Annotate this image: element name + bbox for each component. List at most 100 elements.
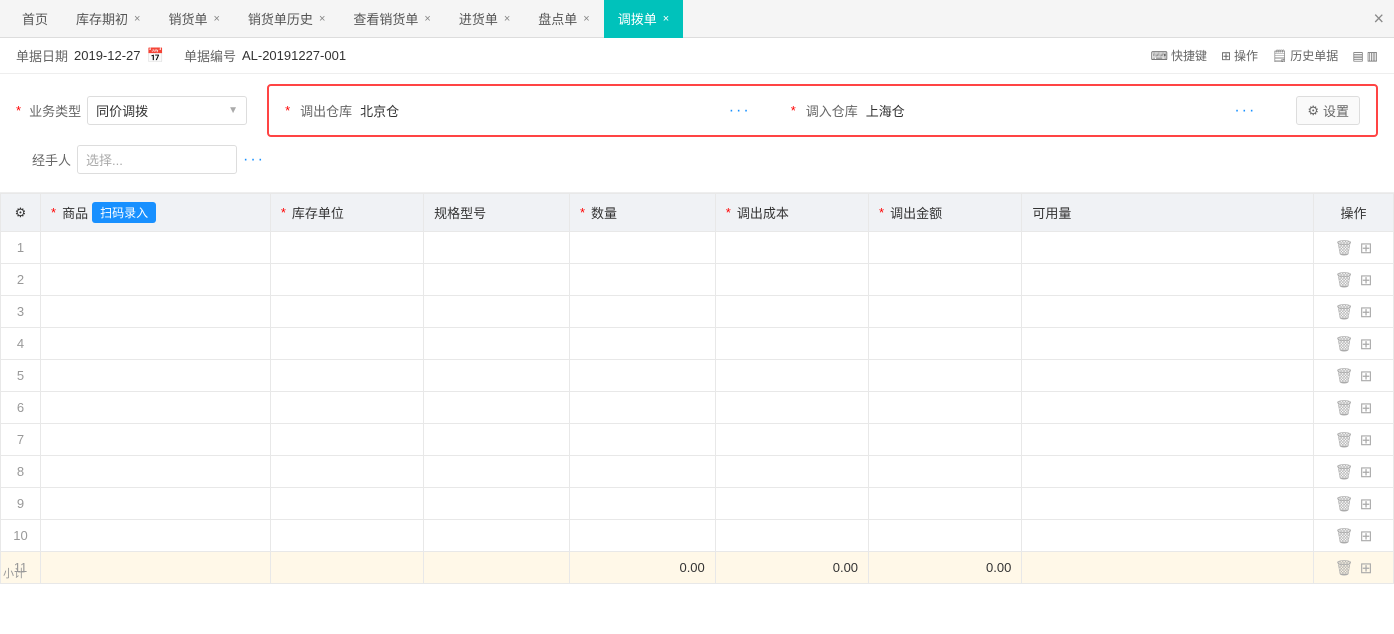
unit-cell[interactable] [270,456,423,488]
tab-purchase[interactable]: 进货单 × [445,0,524,38]
copy-row-icon[interactable]: ⊞ [1360,335,1373,353]
history-button[interactable]: 🗒 历史单据 [1272,47,1338,64]
delete-row-icon[interactable]: 🗑 [1335,399,1354,417]
qty-cell[interactable] [569,232,715,264]
amount-cell[interactable] [869,488,1022,520]
qty-cell[interactable] [569,360,715,392]
qty-cell[interactable] [569,264,715,296]
cost-cell[interactable] [715,232,868,264]
spec-cell[interactable] [424,456,570,488]
warehouse-in-value[interactable]: 上海仓 [866,101,905,120]
delete-row-icon[interactable]: 🗑 [1335,495,1354,513]
spec-cell[interactable] [424,296,570,328]
product-cell[interactable] [41,392,271,424]
manager-more-icon[interactable]: ··· [243,151,265,169]
qty-cell[interactable] [569,488,715,520]
amount-cell[interactable] [869,296,1022,328]
qty-cell[interactable] [569,520,715,552]
copy-icon[interactable]: ⊞ [1360,559,1373,577]
tab-inventory-check[interactable]: 盘点单 × [524,0,603,38]
qty-cell[interactable] [569,392,715,424]
warehouse-out-more-icon[interactable]: ··· [729,102,751,120]
delete-icon[interactable]: 🗑 [1335,559,1354,577]
shortcut-button[interactable]: ⌨ 快捷键 [1151,47,1207,64]
spec-cell[interactable] [424,488,570,520]
unit-cell[interactable] [270,424,423,456]
product-cell[interactable] [41,488,271,520]
cost-cell[interactable] [715,296,868,328]
spec-cell[interactable] [424,360,570,392]
cost-cell[interactable] [715,360,868,392]
warehouse-in-more-icon[interactable]: ··· [1234,102,1256,120]
close-tab-sales-history[interactable]: × [319,13,325,25]
amount-cell[interactable] [869,424,1022,456]
product-cell[interactable] [41,360,271,392]
manager-select[interactable]: 选择... [77,145,237,174]
product-cell[interactable] [41,232,271,264]
unit-cell[interactable] [270,392,423,424]
delete-row-icon[interactable]: 🗑 [1335,303,1354,321]
delete-row-icon[interactable]: 🗑 [1335,239,1354,257]
amount-cell[interactable] [869,264,1022,296]
unit-cell[interactable] [270,296,423,328]
qty-cell[interactable] [569,456,715,488]
operation-button[interactable]: ⊞ 操作 [1221,47,1258,64]
delete-row-icon[interactable]: 🗑 [1335,335,1354,353]
delete-row-icon[interactable]: 🗑 [1335,463,1354,481]
cost-cell[interactable] [715,264,868,296]
cost-cell[interactable] [715,488,868,520]
amount-cell[interactable] [869,520,1022,552]
settings-button[interactable]: ⚙ 设置 [1296,96,1360,125]
tab-sales-history[interactable]: 销货单历史 × [234,0,339,38]
close-tab-inventory-check[interactable]: × [583,13,589,25]
unit-cell[interactable] [270,520,423,552]
date-value[interactable]: 2019-12-27 [74,48,141,63]
copy-row-icon[interactable]: ⊞ [1360,495,1373,513]
cost-cell[interactable] [715,392,868,424]
tab-home[interactable]: 首页 [8,0,62,38]
cost-cell[interactable] [715,424,868,456]
tab-transfer[interactable]: 调拨单 × [604,0,683,38]
tab-sales-order[interactable]: 销货单 × [154,0,233,38]
delete-row-icon[interactable]: 🗑 [1335,431,1354,449]
amount-cell[interactable] [869,232,1022,264]
business-type-select[interactable]: 同价调拨 ▼ [87,96,247,125]
copy-row-icon[interactable]: ⊞ [1360,399,1373,417]
unit-cell[interactable] [270,264,423,296]
cost-cell[interactable] [715,520,868,552]
spec-cell[interactable] [424,264,570,296]
amount-cell[interactable] [869,360,1022,392]
spec-cell[interactable] [424,232,570,264]
spec-cell[interactable] [424,328,570,360]
warehouse-out-value[interactable]: 北京仓 [360,101,399,120]
close-tab-view-sales[interactable]: × [424,13,430,25]
close-tab-sales-order[interactable]: × [213,13,219,25]
amount-cell[interactable] [869,392,1022,424]
close-tab-transfer[interactable]: × [663,13,669,25]
scan-button[interactable]: 扫码录入 [92,202,156,223]
copy-row-icon[interactable]: ⊞ [1360,271,1373,289]
qty-cell[interactable] [569,328,715,360]
spec-cell[interactable] [424,392,570,424]
unit-cell[interactable] [270,360,423,392]
layout-button[interactable]: ▤ ▥ [1352,49,1378,63]
product-cell[interactable] [41,424,271,456]
product-cell[interactable] [41,296,271,328]
unit-cell[interactable] [270,328,423,360]
delete-row-icon[interactable]: 🗑 [1335,271,1354,289]
qty-cell[interactable] [569,424,715,456]
copy-row-icon[interactable]: ⊞ [1360,367,1373,385]
window-close-button[interactable]: × [1373,8,1384,29]
delete-row-icon[interactable]: 🗑 [1335,527,1354,545]
copy-row-icon[interactable]: ⊞ [1360,303,1373,321]
copy-row-icon[interactable]: ⊞ [1360,527,1373,545]
tab-view-sales[interactable]: 查看销货单 × [339,0,444,38]
delete-row-icon[interactable]: 🗑 [1335,367,1354,385]
tab-inventory-init[interactable]: 库存期初 × [62,0,154,38]
copy-row-icon[interactable]: ⊞ [1360,463,1373,481]
close-tab-inventory-init[interactable]: × [134,13,140,25]
cost-cell[interactable] [715,456,868,488]
copy-row-icon[interactable]: ⊞ [1360,431,1373,449]
cost-cell[interactable] [715,328,868,360]
unit-cell[interactable] [270,488,423,520]
